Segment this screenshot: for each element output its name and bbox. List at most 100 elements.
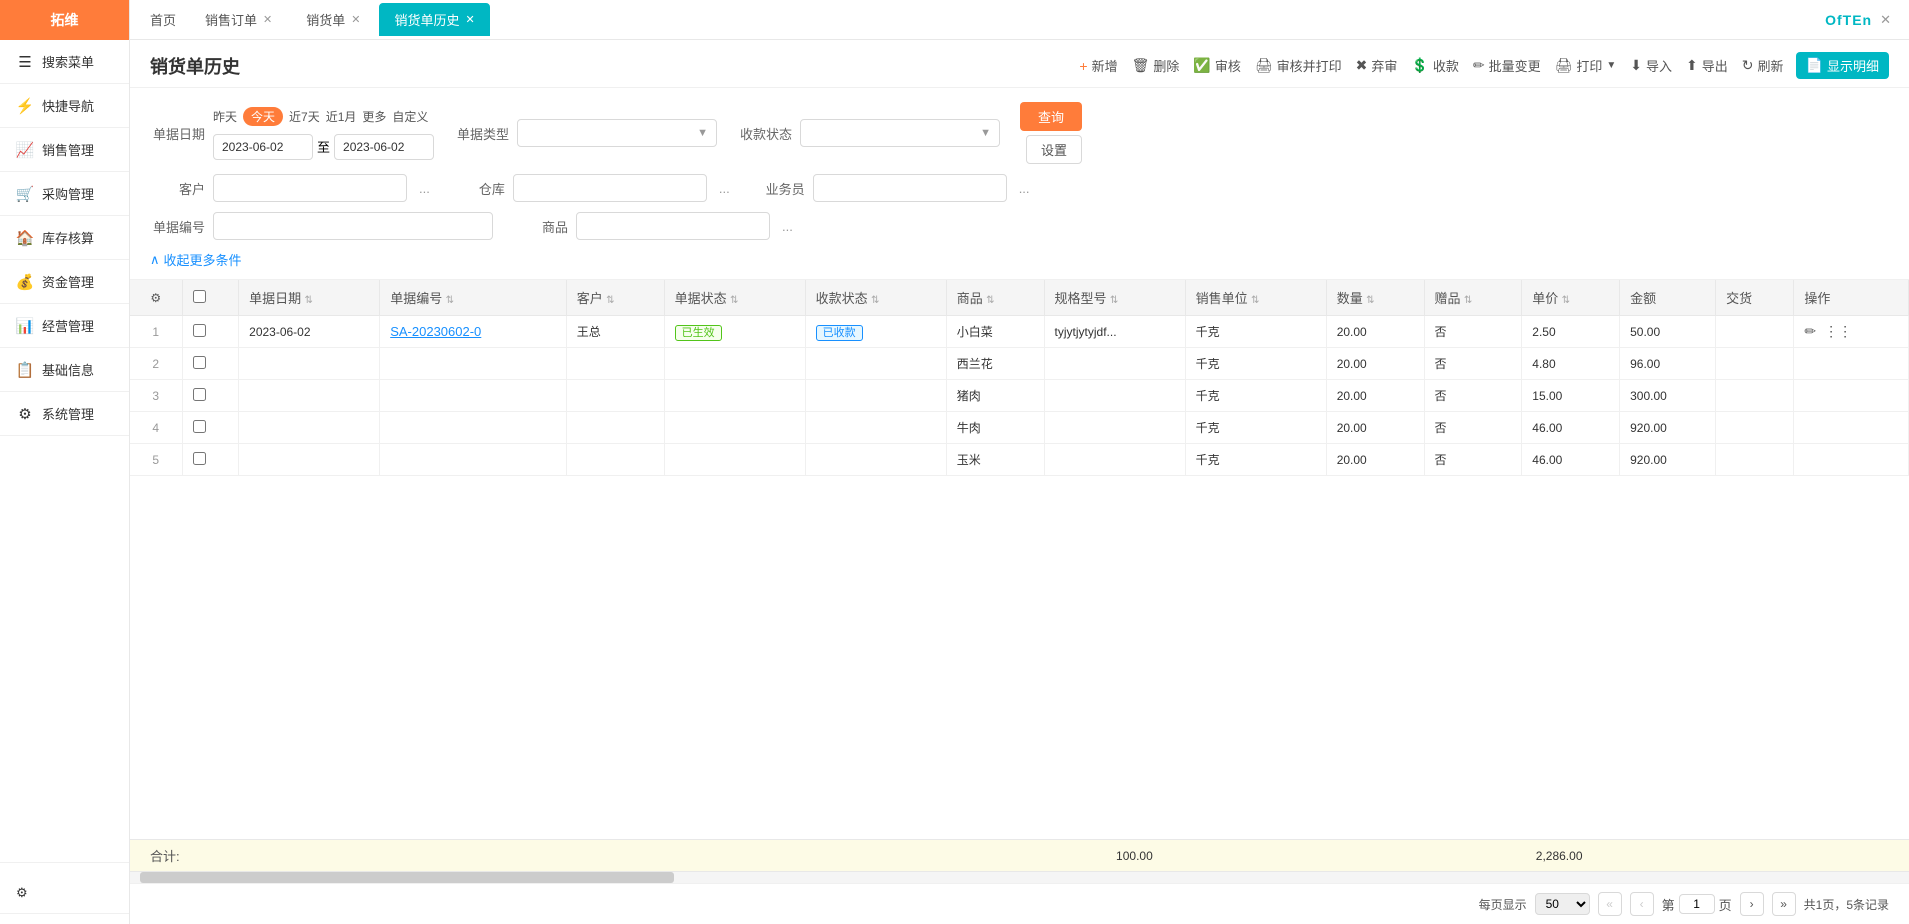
col-sales-unit-sort[interactable]: ⇅ (1251, 295, 1259, 306)
sidebar-item-system-mgmt[interactable]: ⚙ 系统管理 (0, 392, 129, 436)
col-doc-num-sort[interactable]: ⇅ (446, 295, 454, 306)
row-checkbox-4[interactable] (182, 412, 239, 444)
delete-button[interactable]: 🗑 删除 (1130, 52, 1182, 79)
col-sales-unit[interactable]: 销售单位 ⇅ (1185, 280, 1326, 316)
col-customer[interactable]: 客户 ⇅ (566, 280, 664, 316)
row-checkbox-2[interactable] (182, 348, 239, 380)
col-spec-type-sort[interactable]: ⇅ (1110, 295, 1118, 306)
batch-change-button[interactable]: ✏ 批量变更 (1471, 52, 1543, 79)
goods-input[interactable] (576, 212, 770, 240)
col-quantity-sort[interactable]: ⇅ (1366, 295, 1374, 306)
col-gift[interactable]: 赠品 ⇅ (1424, 280, 1522, 316)
sidebar-item-inventory[interactable]: 🏠 库存核算 (0, 216, 129, 260)
tab-sales-history[interactable]: 销货单历史 ✕ (379, 3, 489, 36)
row-select-checkbox[interactable] (193, 324, 206, 337)
shortcut-custom[interactable]: 自定义 (392, 108, 428, 125)
abandon-button[interactable]: ✖ 弃审 (1354, 52, 1400, 79)
sidebar-item-basic-info[interactable]: 📋 基础信息 (0, 348, 129, 392)
edit-icon[interactable]: ✏ (1804, 323, 1816, 340)
shortcut-yesterday[interactable]: 昨天 (213, 108, 237, 125)
collect-button[interactable]: 💲 收款 (1409, 52, 1460, 79)
col-doc-date-sort[interactable]: ⇅ (305, 295, 313, 306)
collection-status-select[interactable]: ▼ (800, 119, 1000, 147)
last-page-button[interactable]: » (1772, 892, 1796, 916)
first-page-button[interactable]: « (1598, 892, 1622, 916)
more-icon[interactable]: ⋮⋮ (1824, 323, 1852, 340)
row-select-checkbox[interactable] (193, 420, 206, 433)
col-collection-status-sort[interactable]: ⇅ (871, 295, 879, 306)
select-all-checkbox[interactable] (193, 290, 206, 303)
sidebar-item-sales-mgmt[interactable]: 📈 销售管理 (0, 128, 129, 172)
print-button[interactable]: 🖨 打印 ▼ (1553, 52, 1619, 79)
tab-sales-order[interactable]: 销售订单 ✕ (190, 3, 287, 36)
goods-ellipsis[interactable]: ... (782, 219, 793, 234)
tab-close-sales-history[interactable]: ✕ (466, 13, 475, 26)
customer-input[interactable] (213, 174, 407, 202)
col-settings[interactable]: ⚙ (130, 280, 182, 316)
expand-filter-button[interactable]: ∧ 收起更多条件 (150, 250, 1889, 269)
horizontal-scrollbar[interactable] (130, 871, 1909, 883)
col-gift-sort[interactable]: ⇅ (1464, 295, 1472, 306)
doc-type-select[interactable]: ▼ (517, 119, 717, 147)
shortcut-today[interactable]: 今天 (243, 107, 283, 126)
show-detail-button[interactable]: 📄 显示明细 (1796, 52, 1889, 79)
tab-close-sales-order[interactable]: ✕ (263, 13, 272, 26)
col-doc-num[interactable]: 单据编号 ⇅ (380, 280, 567, 316)
date-to-input[interactable] (334, 134, 434, 160)
settings-button[interactable]: 设置 (1026, 135, 1082, 164)
table-row: 1 2023-06-02 SA-20230602-0 王总 已生效 已收款 小白… (130, 316, 1909, 348)
doc-num-input[interactable] (213, 212, 493, 240)
row-select-checkbox[interactable] (193, 356, 206, 369)
export-button[interactable]: ⬆ 导出 (1684, 52, 1730, 79)
col-spec-type[interactable]: 规格型号 ⇅ (1044, 280, 1185, 316)
row-doc-num-1[interactable]: SA-20230602-0 (380, 316, 567, 348)
row-checkbox-1[interactable] (182, 316, 239, 348)
col-doc-status-sort[interactable]: ⇅ (730, 295, 738, 306)
add-button[interactable]: + 新增 (1077, 52, 1119, 79)
warehouse-ellipsis[interactable]: ... (719, 181, 730, 196)
col-unit-price-sort[interactable]: ⇅ (1562, 295, 1570, 306)
row-select-checkbox[interactable] (193, 388, 206, 401)
import-button[interactable]: ⬇ 导入 (1628, 52, 1674, 79)
refresh-button[interactable]: ↻ 刷新 (1740, 52, 1786, 79)
col-customer-sort[interactable]: ⇅ (606, 295, 614, 306)
date-from-input[interactable] (213, 134, 313, 160)
shortcut-1month[interactable]: 近1月 (326, 108, 357, 125)
sidebar-bottom-btn1[interactable]: ⚙ (0, 873, 129, 914)
col-goods[interactable]: 商品 ⇅ (946, 280, 1044, 316)
sidebar-item-search-menu[interactable]: ☰ 搜索菜单 (0, 40, 129, 84)
shortcut-7days[interactable]: 近7天 (289, 108, 320, 125)
col-collection-status[interactable]: 收款状态 ⇅ (805, 280, 946, 316)
audit-print-button[interactable]: 🖨 审核并打印 (1253, 52, 1344, 79)
sidebar-item-purchase-mgmt[interactable]: 🛒 采购管理 (0, 172, 129, 216)
col-quantity[interactable]: 数量 ⇅ (1326, 280, 1424, 316)
col-unit-price[interactable]: 单价 ⇅ (1522, 280, 1620, 316)
col-doc-date[interactable]: 单据日期 ⇅ (239, 280, 380, 316)
per-page-select[interactable]: 50 100 200 (1535, 893, 1590, 915)
col-doc-status[interactable]: 单据状态 ⇅ (664, 280, 805, 316)
shortcut-more[interactable]: 更多 (362, 108, 386, 125)
page-number-input[interactable] (1679, 894, 1715, 914)
audit-button[interactable]: ✅ 审核 (1191, 52, 1242, 79)
col-goods-sort[interactable]: ⇅ (986, 295, 994, 306)
sidebar-item-quick-nav[interactable]: ⚡ 快捷导航 (0, 84, 129, 128)
salesperson-ellipsis[interactable]: ... (1019, 181, 1030, 196)
tab-home[interactable]: 首页 (140, 4, 186, 35)
sidebar-item-finance-mgmt[interactable]: 💰 资金管理 (0, 260, 129, 304)
prev-page-button[interactable]: ‹ (1630, 892, 1654, 916)
close-window-icon[interactable]: ✕ (1880, 12, 1891, 28)
query-button[interactable]: 查询 (1020, 102, 1082, 131)
doc-num-link[interactable]: SA-20230602-0 (390, 324, 481, 339)
row-checkbox-5[interactable] (182, 444, 239, 476)
row-checkbox-3[interactable] (182, 380, 239, 412)
col-checkbox[interactable] (182, 280, 239, 316)
salesperson-input[interactable] (813, 174, 1007, 202)
table-row: 3 猪肉 千克 20.00 否 15.00 300.00 (130, 380, 1909, 412)
warehouse-input[interactable] (513, 174, 707, 202)
tab-close-sales-invoice[interactable]: ✕ (351, 13, 360, 26)
sidebar-item-operations-mgmt[interactable]: 📊 经营管理 (0, 304, 129, 348)
next-page-button[interactable]: › (1740, 892, 1764, 916)
row-select-checkbox[interactable] (193, 452, 206, 465)
customer-ellipsis[interactable]: ... (419, 181, 430, 196)
tab-sales-invoice[interactable]: 销货单 ✕ (291, 3, 375, 36)
